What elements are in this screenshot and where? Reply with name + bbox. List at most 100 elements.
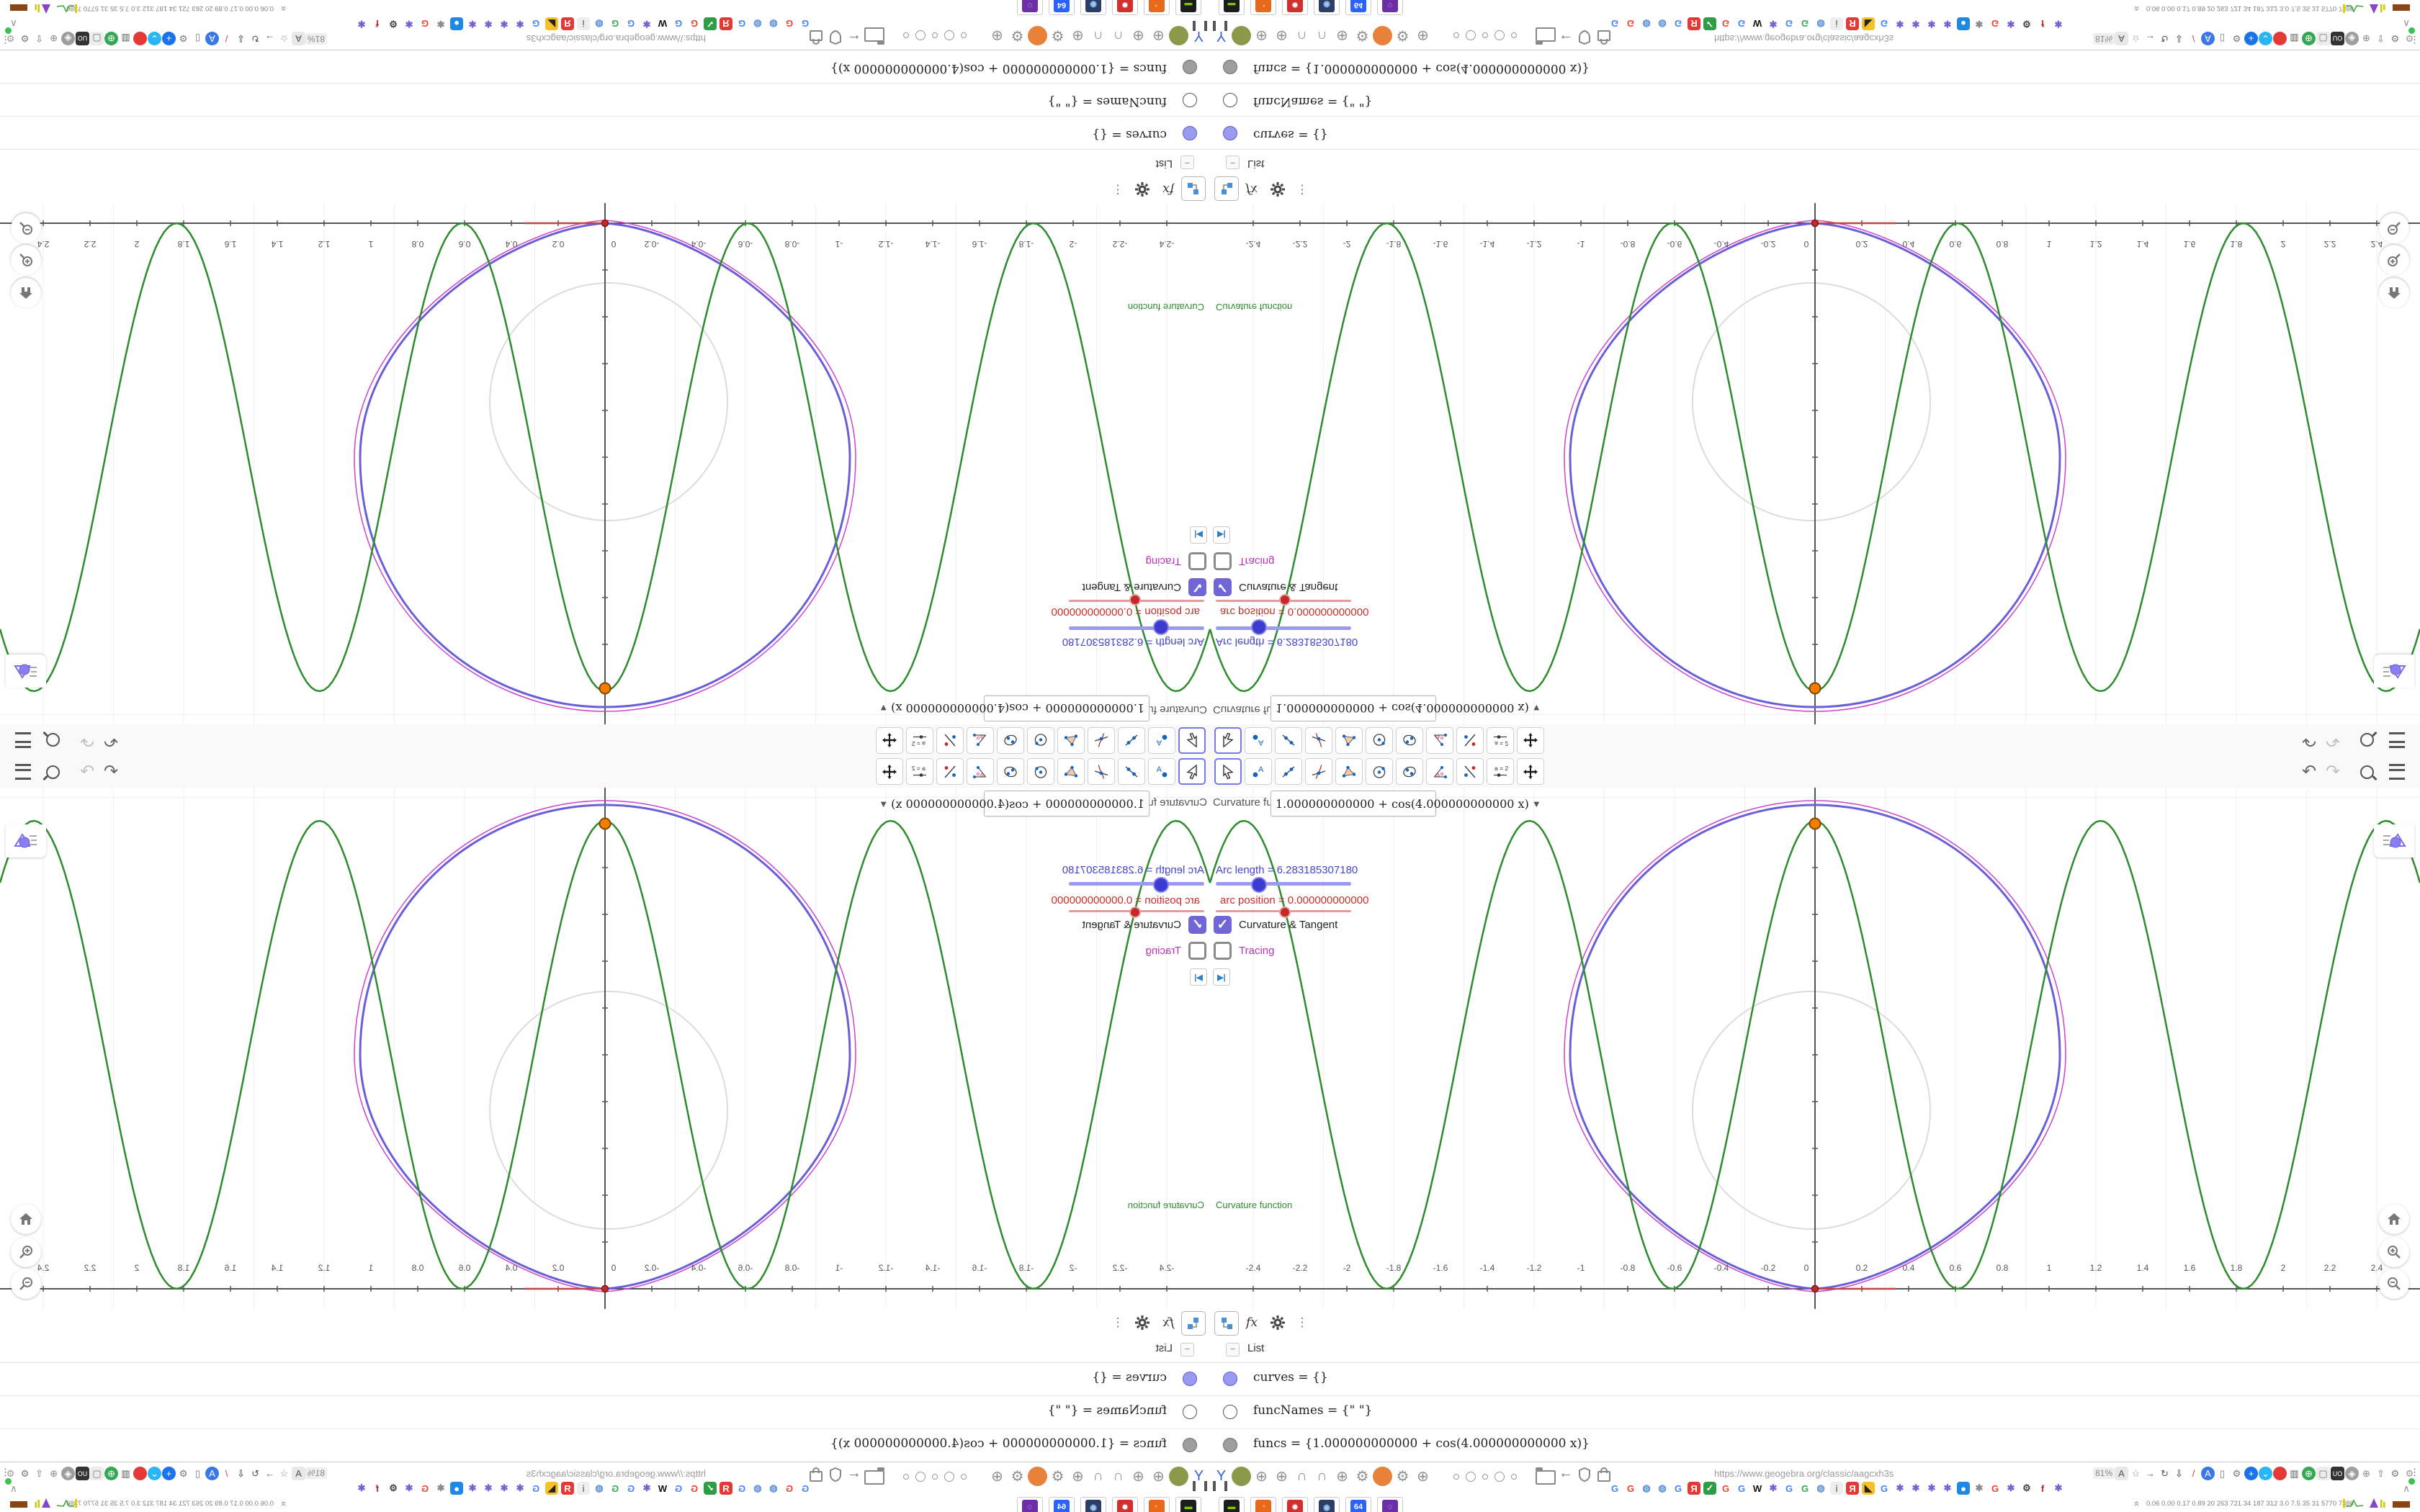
bookmark-favicon[interactable]: ◍ xyxy=(767,1482,780,1495)
undo-button[interactable]: ↶ xyxy=(101,731,121,750)
browser-extension-icon[interactable] xyxy=(1169,1467,1188,1486)
visibility-toggle[interactable] xyxy=(1183,126,1197,140)
browser-action-icon[interactable]: UO xyxy=(76,1467,89,1480)
redo-button[interactable]: ↷ xyxy=(2323,731,2343,750)
bookmark-favicon[interactable]: G xyxy=(735,17,748,30)
browser-action-icon[interactable]: ⇧ xyxy=(2374,32,2388,45)
browser-extension-icon[interactable]: ⊕ xyxy=(1252,1467,1271,1486)
tool-polygon[interactable] xyxy=(1335,727,1363,754)
kebab-menu-icon[interactable]: ⋮ xyxy=(1291,178,1314,201)
menu-icon[interactable] xyxy=(2387,762,2407,781)
overflow-dots-icon[interactable]: ⋮ xyxy=(2410,1467,2419,1478)
bookmark-favicon[interactable]: G xyxy=(672,1482,685,1495)
bookmark-favicon[interactable]: ● xyxy=(1957,17,1970,30)
bookmark-favicon[interactable]: ✱ xyxy=(514,1482,526,1495)
chevron-up-icon[interactable]: ∧ xyxy=(2403,1482,2410,1495)
bookmark-favicon[interactable]: G xyxy=(1672,1482,1685,1495)
bookmark-favicon[interactable]: G xyxy=(1735,17,1748,30)
fx-icon[interactable]: fx xyxy=(1240,178,1263,201)
function-dropdown[interactable]: 1.000000000000 + cos(4.000000000000 x) ▼ xyxy=(1270,696,1541,721)
tool-ellipse[interactable] xyxy=(1396,758,1423,785)
browser-action-icon[interactable]: / xyxy=(220,1467,233,1480)
tab-dot[interactable] xyxy=(915,30,926,40)
visibility-toggle[interactable] xyxy=(1183,1438,1197,1452)
bookmark-favicon[interactable]: ✱ xyxy=(514,17,526,30)
bookmark-favicon[interactable]: ✱ xyxy=(403,17,416,30)
browser-action-icon[interactable]: ⌄ xyxy=(2259,1467,2272,1480)
browser-action-icon[interactable]: ⚙ xyxy=(2388,32,2402,45)
bookmark-favicon[interactable]: f xyxy=(371,1482,384,1495)
algebra-row-funcs[interactable]: funcs = {1.000000000000 + cos(4.00000000… xyxy=(1210,50,2420,84)
bookmark-favicon[interactable]: ◍ xyxy=(751,17,764,30)
browser-extension-icon[interactable]: ⊕ xyxy=(1149,1467,1168,1486)
graph-canvas[interactable] xyxy=(0,203,1210,724)
zoom-in-icon[interactable] xyxy=(11,245,41,275)
tool-reflect[interactable] xyxy=(936,727,964,754)
address-bar-url[interactable]: https://www.geogebra.org/classic/aagcxh3… xyxy=(526,1468,706,1479)
kebab-menu-icon[interactable]: ⋮ xyxy=(1106,1311,1129,1334)
tab-dot[interactable] xyxy=(1494,30,1505,40)
bookmark-favicon[interactable]: G xyxy=(799,17,812,30)
browser-action-icon[interactable]: ⇧ xyxy=(2374,1467,2388,1480)
bookmark-favicon[interactable]: ✓ xyxy=(704,1482,717,1495)
tool-angle[interactable]: α xyxy=(967,727,994,754)
bookmark-favicon[interactable]: G xyxy=(1719,1482,1732,1495)
bookmark-favicon[interactable]: G xyxy=(609,17,622,30)
browser-action-icon[interactable]: ⚙ xyxy=(2388,1467,2402,1480)
browser-action-icon[interactable]: ↻ xyxy=(2158,32,2172,45)
gear-icon[interactable] xyxy=(1131,1311,1154,1334)
browser-action-icon[interactable]: ▥ xyxy=(119,1467,133,1480)
browser-action-icon[interactable]: ▢ xyxy=(90,1467,104,1480)
browser-action-icon[interactable]: ⚙ xyxy=(176,32,190,45)
browser-action-icon[interactable]: ◈ xyxy=(2345,32,2359,45)
redo-button[interactable]: ↷ xyxy=(2323,762,2343,781)
bookmark-favicon[interactable]: ◍ xyxy=(1814,1482,1827,1495)
tool-line[interactable] xyxy=(1118,727,1145,754)
visibility-toggle[interactable] xyxy=(1183,1372,1197,1386)
shield-icon[interactable] xyxy=(830,1467,841,1482)
shield-icon[interactable] xyxy=(1579,1467,1590,1482)
bookmark-favicon[interactable]: G xyxy=(1624,17,1637,30)
tool-tangent[interactable] xyxy=(1305,727,1332,754)
browser-action-icon[interactable]: ⚙ xyxy=(2230,32,2244,45)
arc-length-slider[interactable] xyxy=(1069,626,1204,630)
bookmark-favicon[interactable]: Я xyxy=(1846,1482,1859,1495)
bookmark-favicon[interactable]: ✱ xyxy=(1941,1482,1954,1495)
taskbar-app-button[interactable]: ◔ xyxy=(1144,1497,1170,1512)
visibility-toggle[interactable] xyxy=(1223,1405,1237,1419)
tray-expand-icon[interactable]: « xyxy=(277,6,288,11)
bookmark-favicon[interactable]: G xyxy=(783,17,796,30)
tab-dot[interactable] xyxy=(1466,1472,1476,1482)
arc-length-slider[interactable] xyxy=(1069,882,1204,886)
browser-action-icon[interactable]: ▯ xyxy=(191,32,205,45)
browser-extension-icon[interactable]: ⚙ xyxy=(1393,1467,1412,1486)
bookmark-favicon[interactable]: ✱ xyxy=(1894,17,1906,30)
tracing-checkbox[interactable] xyxy=(1188,552,1206,570)
curvature-tangent-checkbox[interactable]: ✓ xyxy=(1214,916,1232,934)
visibility-toggle[interactable] xyxy=(1223,126,1237,140)
browser-extension-icon[interactable]: ⊕ xyxy=(1068,1467,1088,1486)
browser-action-icon[interactable]: ⌄ xyxy=(148,32,161,45)
tab-dot[interactable] xyxy=(1511,32,1517,38)
tracing-checkbox[interactable] xyxy=(1214,552,1232,570)
browser-action-icon[interactable]: → xyxy=(2143,1467,2157,1480)
bookmark-favicon[interactable]: ◍ xyxy=(593,1482,606,1495)
sort-by-type-icon[interactable] xyxy=(1181,1311,1206,1336)
browser-action-icon[interactable]: A xyxy=(2115,1467,2128,1480)
bookmark-favicon[interactable]: ◍ xyxy=(1814,17,1827,30)
taskbar-app-button[interactable]: ✸ xyxy=(1282,0,1308,15)
tool-ellipse[interactable] xyxy=(997,727,1024,754)
skip-to-end-button[interactable]: ▶| xyxy=(1190,526,1207,544)
browser-extension-icon[interactable] xyxy=(1028,26,1047,45)
browser-action-icon[interactable]: ▯ xyxy=(2215,32,2229,45)
taskbar-app-button[interactable]: ✸ xyxy=(1112,0,1138,15)
browser-action-icon[interactable]: ☆ xyxy=(2129,32,2143,45)
algebra-row-funcs[interactable]: funcs = {1.000000000000 + cos(4.00000000… xyxy=(1210,1428,2420,1462)
browser-action-icon[interactable] xyxy=(133,32,147,45)
home-icon[interactable] xyxy=(11,278,41,308)
fx-icon[interactable]: fx xyxy=(1240,1311,1263,1334)
browser-action-icon[interactable]: ▢ xyxy=(2316,32,2330,45)
bookmark-favicon[interactable]: G xyxy=(799,1482,812,1495)
bookmark-favicon[interactable]: ● xyxy=(450,1482,463,1495)
folder-icon[interactable] xyxy=(1536,27,1556,42)
